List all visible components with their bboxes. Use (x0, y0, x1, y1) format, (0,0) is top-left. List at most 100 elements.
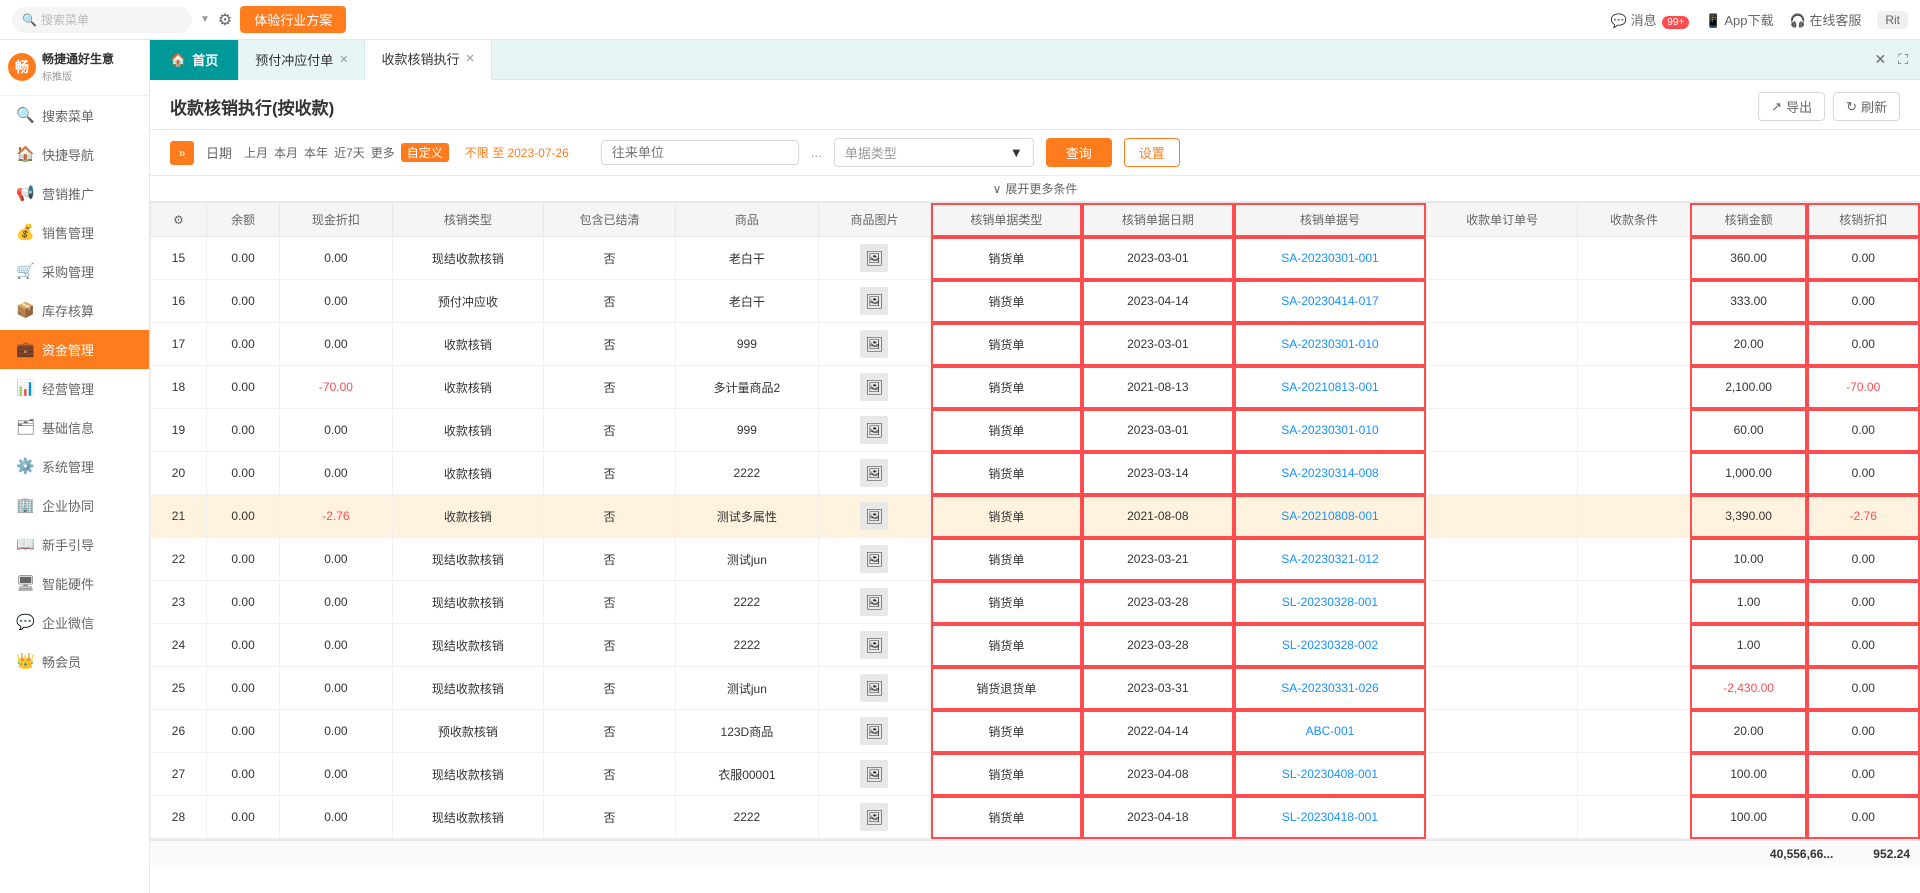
cell-doc-number[interactable]: SL-20230418-001 (1234, 796, 1427, 839)
cell-doc-number[interactable]: SL-20230408-001 (1234, 753, 1427, 796)
doc-number-link[interactable]: SA-20210813-001 (1281, 380, 1378, 394)
doc-number-link[interactable]: SA-20210808-001 (1281, 509, 1378, 523)
col-gear[interactable]: ⚙ (151, 203, 207, 237)
doc-number-link[interactable]: SL-20230408-001 (1282, 767, 1378, 781)
doc-number-link[interactable]: SA-20230301-010 (1281, 337, 1378, 351)
doc-number-link[interactable]: SL-20230418-001 (1282, 810, 1378, 824)
sidebar-item-hardware[interactable]: 🖥智能硬件 (0, 564, 149, 603)
cell-doc-number[interactable]: SA-20230301-001 (1234, 237, 1427, 280)
tab-close-btn[interactable]: ✕ (1870, 47, 1890, 72)
sidebar-item-basic[interactable]: 🗂基础信息 (0, 408, 149, 447)
sidebar-item-operation[interactable]: 📊经营管理 (0, 369, 149, 408)
cell-doc-number[interactable]: SA-20230301-010 (1234, 323, 1427, 366)
system-icon: ⚙️ (16, 457, 34, 475)
refresh-btn[interactable]: ↻ 刷新 (1833, 92, 1900, 121)
from-unit-input[interactable] (601, 140, 799, 165)
cell-doc-type: 销货单 (931, 624, 1082, 667)
cell-writeoff-amount: 1.00 (1690, 581, 1807, 624)
expand-more-btn[interactable]: ∨ 展开更多条件 (993, 180, 1078, 197)
sidebar-item-search[interactable]: 🔍搜索菜单 (0, 96, 149, 135)
cell-doc-type: 销货单 (931, 495, 1082, 538)
cell-product: 测试jun (675, 538, 818, 581)
date-link-more[interactable]: 更多 (371, 144, 395, 161)
cell-doc-date: 2023-03-21 (1082, 538, 1233, 581)
sidebar-item-label: 资金管理 (42, 340, 94, 359)
cell-receipt-cond (1578, 710, 1690, 753)
industry-btn[interactable]: 体验行业方案 (240, 6, 346, 33)
filter-dots: ... (811, 145, 822, 160)
cell-doc-number[interactable]: SA-20230314-008 (1234, 452, 1427, 495)
sidebar-item-system[interactable]: ⚙️系统管理 (0, 447, 149, 486)
cell-doc-number[interactable]: SA-20230414-017 (1234, 280, 1427, 323)
cell-no: 16 (151, 280, 207, 323)
doc-number-link[interactable]: SA-20230301-001 (1281, 251, 1378, 265)
set-btn[interactable]: 设置 (1124, 138, 1180, 167)
dropdown-icon[interactable]: ▼ (200, 14, 210, 25)
cell-receipt-cond (1578, 323, 1690, 366)
search-bar[interactable]: 🔍 搜索菜单 (12, 7, 192, 33)
sidebar-item-finance[interactable]: 💼资金管理 (0, 330, 149, 369)
sidebar-item-sales[interactable]: 💰销售管理 (0, 213, 149, 252)
sidebar-item-label: 库存核算 (42, 301, 94, 320)
cell-writeoff-type: 现结收款核销 (392, 796, 543, 839)
filter-toggle-btn[interactable]: » (170, 141, 194, 165)
doc-number-link[interactable]: SA-20230414-017 (1281, 294, 1378, 308)
cell-doc-number[interactable]: SL-20230328-002 (1234, 624, 1427, 667)
single-type-select[interactable]: 单据类型 ▼ (834, 138, 1034, 167)
cell-doc-number[interactable]: SA-20230321-012 (1234, 538, 1427, 581)
cell-receipt-order (1426, 237, 1577, 280)
doc-number-link[interactable]: SL-20230328-001 (1282, 595, 1378, 609)
cell-no: 24 (151, 624, 207, 667)
app-download[interactable]: 📱 App下载 (1705, 10, 1773, 29)
cell-doc-number[interactable]: SA-20210808-001 (1234, 495, 1427, 538)
sidebar-item-inventory[interactable]: 📦库存核算 (0, 291, 149, 330)
enterprise-icon: 🏢 (16, 496, 34, 514)
tab-fullscreen-btn[interactable]: ⛶ (1894, 47, 1912, 72)
tab-close-prepay[interactable]: ✕ (339, 53, 348, 66)
online-service[interactable]: 🎧 在线客服 (1790, 10, 1862, 29)
tab-close-writeoff[interactable]: ✕ (465, 52, 474, 65)
gear-icon[interactable]: ⚙ (218, 10, 232, 30)
total-discount: 952.24 (1873, 847, 1910, 861)
cell-writeoff-discount: 0.00 (1807, 581, 1920, 624)
cell-doc-number[interactable]: ABC-001 (1234, 710, 1427, 753)
date-link-7days[interactable]: 近7天 (334, 144, 365, 161)
doc-number-link[interactable]: SA-20230331-026 (1281, 681, 1378, 695)
export-btn[interactable]: ↗ 导出 (1758, 92, 1825, 121)
date-custom-btn[interactable]: 自定义 (401, 143, 449, 162)
doc-number-link[interactable]: SA-20230321-012 (1281, 552, 1378, 566)
doc-number-link[interactable]: SA-20230301-010 (1281, 423, 1378, 437)
doc-number-link[interactable]: SA-20230314-008 (1281, 466, 1378, 480)
sidebar-item-purchase[interactable]: 🛒采购管理 (0, 252, 149, 291)
sidebar-item-member[interactable]: 👑畅会员 (0, 642, 149, 681)
sidebar-item-wechat[interactable]: 💬企业微信 (0, 603, 149, 642)
sidebar-item-enterprise[interactable]: 🏢企业协同 (0, 486, 149, 525)
cell-writeoff-amount: 10.00 (1690, 538, 1807, 581)
cell-product-img: 🖼 (818, 581, 930, 624)
tab-prepay[interactable]: 预付冲应付单 ✕ (239, 40, 365, 80)
cell-doc-date: 2023-03-01 (1082, 323, 1233, 366)
logo-sub: 标推版 (42, 68, 114, 83)
search-placeholder: 搜索菜单 (41, 11, 89, 28)
tab-home[interactable]: 🏠 首页 (150, 40, 239, 80)
cell-doc-type: 销货单 (931, 796, 1082, 839)
cell-include-settled: 否 (544, 581, 676, 624)
table-header-row: ⚙ 余额 现金折扣 核销类型 包含已结清 商品 商品图片 核销单据类型 核销单据… (151, 203, 1920, 237)
cell-doc-number[interactable]: SA-20230331-026 (1234, 667, 1427, 710)
cell-doc-number[interactable]: SA-20210813-001 (1234, 366, 1427, 409)
sidebar-item-shortcut[interactable]: 🏠快捷导航 (0, 135, 149, 174)
date-link-this-year[interactable]: 本年 (304, 144, 328, 161)
sidebar-item-marketing[interactable]: 📢营销推广 (0, 174, 149, 213)
cell-writeoff-type: 收款核销 (392, 495, 543, 538)
cell-doc-number[interactable]: SL-20230328-001 (1234, 581, 1427, 624)
doc-number-link[interactable]: ABC-001 (1306, 724, 1355, 738)
sidebar-item-guide[interactable]: 📖新手引导 (0, 525, 149, 564)
tab-writeoff[interactable]: 收款核销执行 ✕ (365, 40, 491, 80)
user-menu[interactable]: Rit (1877, 11, 1908, 29)
cell-doc-number[interactable]: SA-20230301-010 (1234, 409, 1427, 452)
message-item[interactable]: 💬 消息 99+ (1611, 10, 1689, 29)
query-btn[interactable]: 查询 (1046, 138, 1112, 167)
date-link-prev-month[interactable]: 上月 (244, 144, 268, 161)
date-link-this-month[interactable]: 本月 (274, 144, 298, 161)
doc-number-link[interactable]: SL-20230328-002 (1282, 638, 1378, 652)
